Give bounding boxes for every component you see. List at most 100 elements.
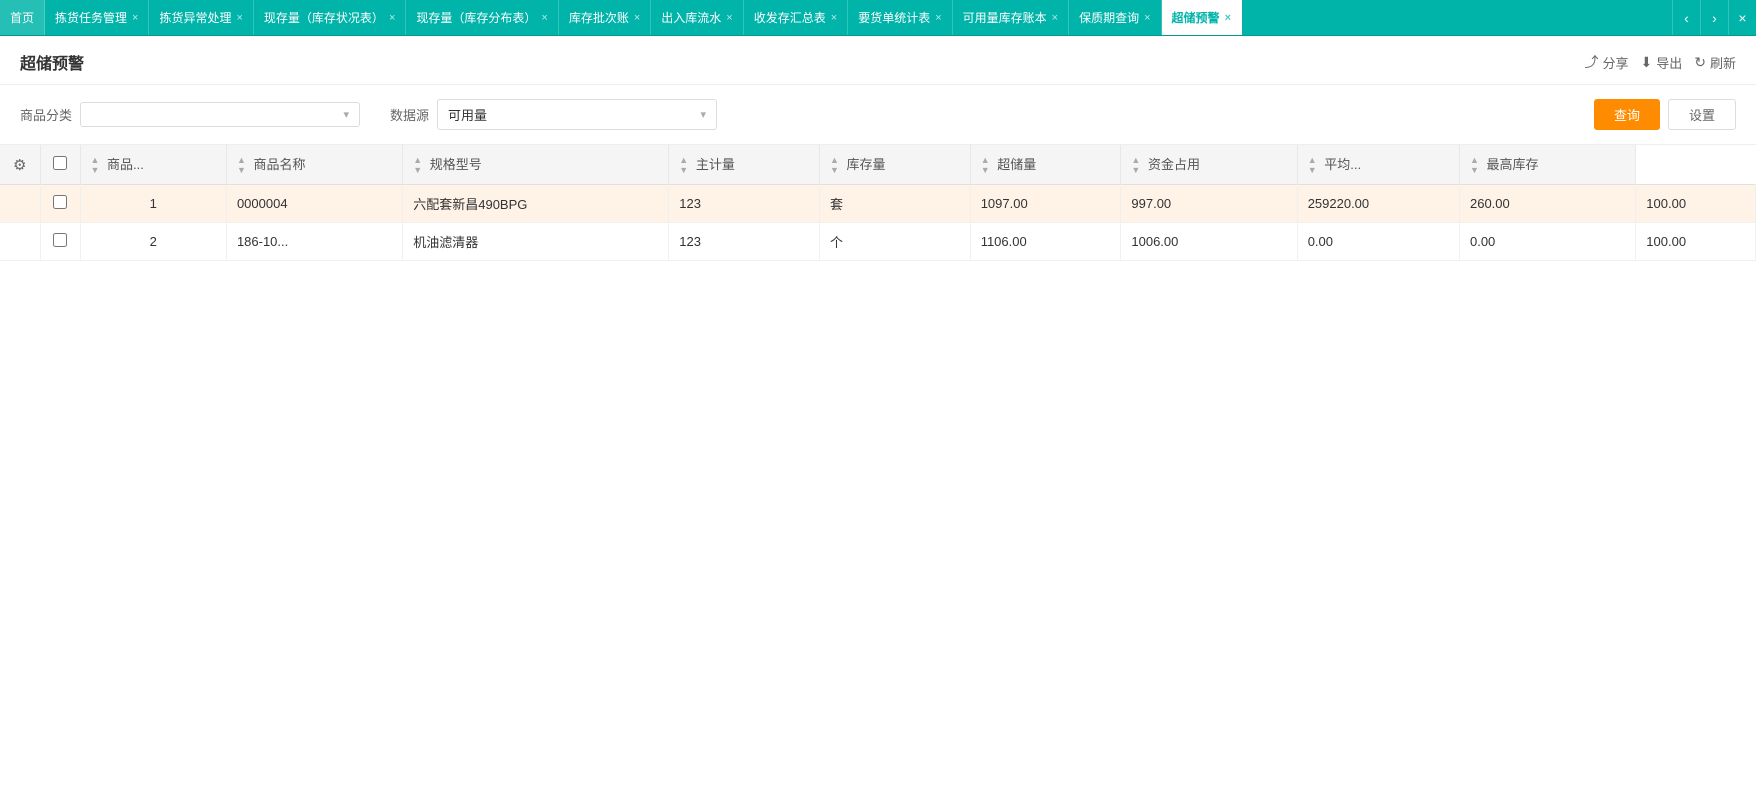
nav-item-close-icon[interactable]: × — [1225, 12, 1231, 24]
col-unit[interactable]: ▲▼ 主计量 — [669, 145, 820, 185]
page-header: 超储预警 ⤴ 分享 ⬇ 导出 ↻ 刷新 — [0, 36, 1756, 85]
row-unit: 套 — [819, 185, 970, 223]
row-over-stock: 1006.00 — [1121, 223, 1297, 261]
nav-item-close-icon[interactable]: × — [935, 12, 941, 24]
refresh-label: 刷新 — [1710, 53, 1736, 72]
row-checkbox-cell[interactable] — [40, 185, 80, 223]
nav-item[interactable]: 保质期查询 × — [1069, 0, 1161, 35]
col-stock[interactable]: ▲▼ 库存量 — [819, 145, 970, 185]
row-max-stock: 100.00 — [1636, 223, 1756, 261]
nav-item-close-icon[interactable]: × — [541, 12, 547, 24]
datasource-value: 可用量 — [448, 105, 487, 124]
filter-actions: 查询 设置 — [1594, 99, 1736, 130]
table-row: 2186-10...机油滤清器123个1106.001006.000.000.0… — [0, 223, 1756, 261]
table-wrapper: ⚙ ▲▼ 商品... ▲▼ 商品名称 ▲▼ 规格型号 — [0, 145, 1756, 261]
top-navigation: 首页拣货任务管理 ×拣货异常处理 ×现存量（库存状况表） ×现存量（库存分布表）… — [0, 0, 1756, 36]
col-spec[interactable]: ▲▼ 规格型号 — [403, 145, 669, 185]
row-checkbox[interactable] — [53, 195, 67, 209]
nav-item[interactable]: 现存量（库存分布表） × — [406, 0, 558, 35]
header-actions: ⤴ 分享 ⬇ 导出 ↻ 刷新 — [1584, 52, 1736, 72]
row-avg: 0.00 — [1459, 223, 1635, 261]
page-container: 超储预警 ⤴ 分享 ⬇ 导出 ↻ 刷新 商品分类 ▾ 数据源 — [0, 36, 1756, 800]
row-settings-placeholder — [0, 223, 40, 261]
refresh-button[interactable]: ↻ 刷新 — [1694, 53, 1736, 72]
settings-gear-icon[interactable]: ⚙ — [13, 157, 26, 174]
nav-item-close-icon[interactable]: × — [389, 12, 395, 24]
col-max-stock[interactable]: ▲▼ 最高库存 — [1459, 145, 1635, 185]
nav-item[interactable]: 要货单统计表 × — [848, 0, 952, 35]
row-checkbox-cell[interactable] — [40, 223, 80, 261]
col-over-stock[interactable]: ▲▼ 超储量 — [970, 145, 1121, 185]
nav-item[interactable]: 收发存汇总表 × — [744, 0, 848, 35]
export-button[interactable]: ⬇ 导出 — [1641, 53, 1683, 72]
row-settings-placeholder — [0, 185, 40, 223]
sort-arrows-max-stock: ▲▼ — [1470, 156, 1479, 175]
col-stock-label: 库存量 — [847, 157, 886, 172]
row-over-stock: 997.00 — [1121, 185, 1297, 223]
share-button[interactable]: ⤴ 分享 — [1584, 52, 1628, 72]
col-capital[interactable]: ▲▼ 资金占用 — [1121, 145, 1297, 185]
select-all-checkbox[interactable] — [53, 156, 67, 170]
col-settings: ⚙ — [0, 145, 40, 185]
col-max-stock-label: 最高库存 — [1487, 157, 1539, 172]
col-over-stock-label: 超储量 — [997, 157, 1036, 172]
col-product-name[interactable]: ▲▼ 商品名称 — [226, 145, 402, 185]
export-label: 导出 — [1656, 53, 1682, 72]
nav-item[interactable]: 首页 — [0, 0, 45, 35]
row-index: 2 — [80, 223, 226, 261]
query-button[interactable]: 查询 — [1594, 99, 1660, 130]
row-max-stock: 100.00 — [1636, 185, 1756, 223]
nav-item[interactable]: 可用量库存账本 × — [953, 0, 1069, 35]
export-icon: ⬇ — [1641, 54, 1653, 71]
page-title: 超储预警 — [20, 50, 84, 74]
row-product-name: 六配套新昌490BPG — [403, 185, 669, 223]
nav-item[interactable]: 超储预警 × — [1162, 0, 1242, 35]
nav-prev-arrow[interactable]: ‹ — [1672, 0, 1700, 35]
row-checkbox[interactable] — [53, 233, 67, 247]
nav-item-close-icon[interactable]: × — [831, 12, 837, 24]
table-row: 10000004六配套新昌490BPG123套1097.00997.002592… — [0, 185, 1756, 223]
data-table: ⚙ ▲▼ 商品... ▲▼ 商品名称 ▲▼ 规格型号 — [0, 145, 1756, 261]
col-avg-label: 平均... — [1324, 157, 1361, 172]
category-filter-group: 商品分类 ▾ — [20, 102, 360, 127]
col-avg[interactable]: ▲▼ 平均... — [1297, 145, 1459, 185]
row-stock: 1097.00 — [970, 185, 1121, 223]
nav-next-arrow[interactable]: › — [1700, 0, 1728, 35]
datasource-select[interactable]: 可用量 ▾ — [437, 99, 717, 130]
share-label: 分享 — [1602, 53, 1628, 72]
row-index: 1 — [80, 185, 226, 223]
sort-arrows-over-stock: ▲▼ — [981, 156, 990, 175]
row-spec: 123 — [669, 185, 820, 223]
nav-item-close-icon[interactable]: × — [236, 12, 242, 24]
nav-item-close-icon[interactable]: × — [726, 12, 732, 24]
row-capital: 0.00 — [1297, 223, 1459, 261]
nav-item-close-icon[interactable]: × — [1052, 12, 1058, 24]
col-product-code-label: 商品... — [107, 157, 144, 172]
nav-item[interactable]: 出入库流水 × — [651, 0, 743, 35]
row-avg: 260.00 — [1459, 185, 1635, 223]
category-select[interactable]: ▾ — [80, 102, 360, 127]
nav-item-close-icon[interactable]: × — [132, 12, 138, 24]
col-product-code[interactable]: ▲▼ 商品... — [80, 145, 226, 185]
datasource-label: 数据源 — [390, 105, 429, 124]
nav-close-arrow[interactable]: × — [1728, 0, 1756, 35]
nav-item[interactable]: 现存量（库存状况表） × — [254, 0, 406, 35]
sort-arrows-avg: ▲▼ — [1308, 156, 1317, 175]
sort-arrows-product-name: ▲▼ — [237, 156, 246, 175]
nav-item[interactable]: 拣货异常处理 × — [149, 0, 253, 35]
sort-arrows-product-code: ▲▼ — [91, 156, 100, 175]
share-icon: ⤴ — [1584, 52, 1598, 72]
nav-item[interactable]: 库存批次账 × — [559, 0, 651, 35]
nav-item-close-icon[interactable]: × — [634, 12, 640, 24]
nav-arrows: ‹ › × — [1672, 0, 1756, 35]
datasource-filter-group: 数据源 可用量 ▾ — [390, 99, 717, 130]
col-product-name-label: 商品名称 — [253, 157, 305, 172]
table-body: 10000004六配套新昌490BPG123套1097.00997.002592… — [0, 185, 1756, 261]
nav-item-close-icon[interactable]: × — [1144, 12, 1150, 24]
row-unit: 个 — [819, 223, 970, 261]
settings-button[interactable]: 设置 — [1668, 99, 1736, 130]
filter-bar: 商品分类 ▾ 数据源 可用量 ▾ 查询 设置 — [0, 85, 1756, 145]
nav-item[interactable]: 拣货任务管理 × — [45, 0, 149, 35]
refresh-icon: ↻ — [1694, 54, 1706, 71]
sort-arrows-capital: ▲▼ — [1131, 156, 1140, 175]
